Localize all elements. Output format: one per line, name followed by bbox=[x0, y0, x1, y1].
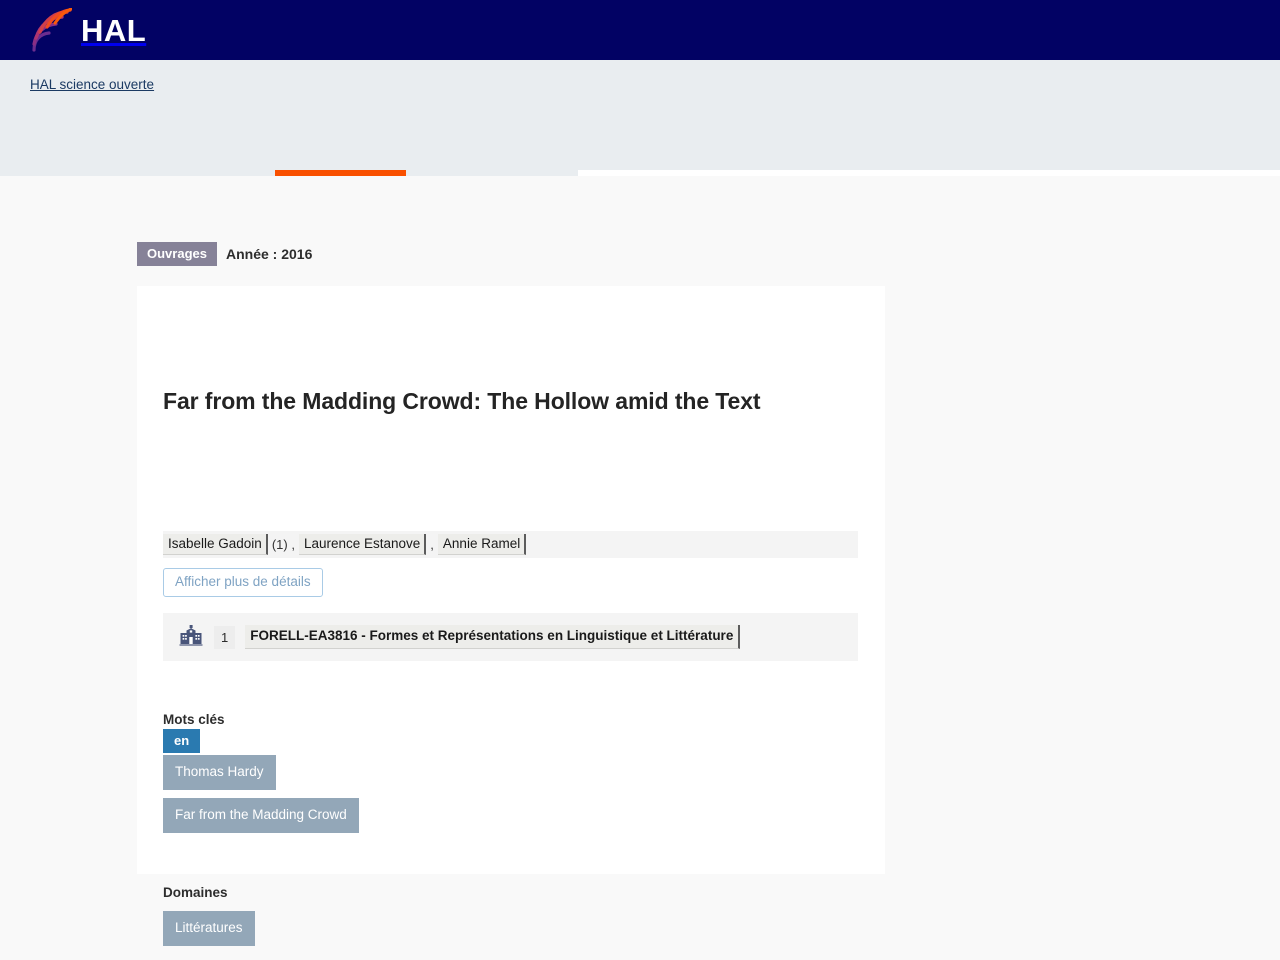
hal-logo-text: HAL bbox=[81, 12, 147, 48]
keyword-tag[interactable]: Far from the Madding Crowd bbox=[163, 798, 359, 833]
institution-building-icon bbox=[178, 624, 204, 650]
page-content: Ouvrages Année : 2016 Far from the Maddi… bbox=[0, 176, 1280, 960]
affiliation-strip: 1 FORELL-EA3816 - Formes et Représentati… bbox=[163, 613, 858, 661]
author-link[interactable]: Annie Ramel bbox=[437, 533, 527, 556]
domain-tag[interactable]: Littératures bbox=[163, 911, 255, 946]
author-link[interactable]: Isabelle Gadoin bbox=[163, 533, 268, 556]
keywords-heading: Mots clés bbox=[163, 712, 225, 727]
top-navigation-bar: HAL bbox=[0, 0, 1280, 60]
show-more-details-button[interactable]: Afficher plus de détails bbox=[163, 568, 323, 597]
page-title: Far from the Madding Crowd: The Hollow a… bbox=[163, 388, 761, 415]
authors-strip: Isabelle Gadoin (1) , Laurence Estanove … bbox=[163, 531, 858, 558]
hal-logo-link[interactable]: HAL bbox=[30, 7, 147, 52]
author-affiliation-marker: (1) , bbox=[271, 537, 295, 552]
author-link[interactable]: Laurence Estanove bbox=[298, 533, 427, 556]
affiliation-link[interactable]: FORELL-EA3816 - Formes et Représentation… bbox=[245, 625, 741, 649]
keyword-tag[interactable]: Thomas Hardy bbox=[163, 755, 276, 790]
record-meta-row: Ouvrages Année : 2016 bbox=[137, 242, 312, 266]
site-name-link[interactable]: HAL science ouverte bbox=[30, 77, 154, 92]
affiliation-number: 1 bbox=[214, 625, 236, 649]
keyword-language-badge[interactable]: en bbox=[163, 729, 201, 753]
domains-heading: Domaines bbox=[163, 885, 228, 900]
document-type-badge[interactable]: Ouvrages bbox=[137, 242, 217, 266]
hal-arcs-logo-icon bbox=[30, 7, 73, 52]
publication-year-label: Année : 2016 bbox=[225, 246, 313, 262]
secondary-header-band: HAL science ouverte + Déposer bbox=[0, 60, 1280, 236]
author-separator: , bbox=[430, 537, 434, 552]
